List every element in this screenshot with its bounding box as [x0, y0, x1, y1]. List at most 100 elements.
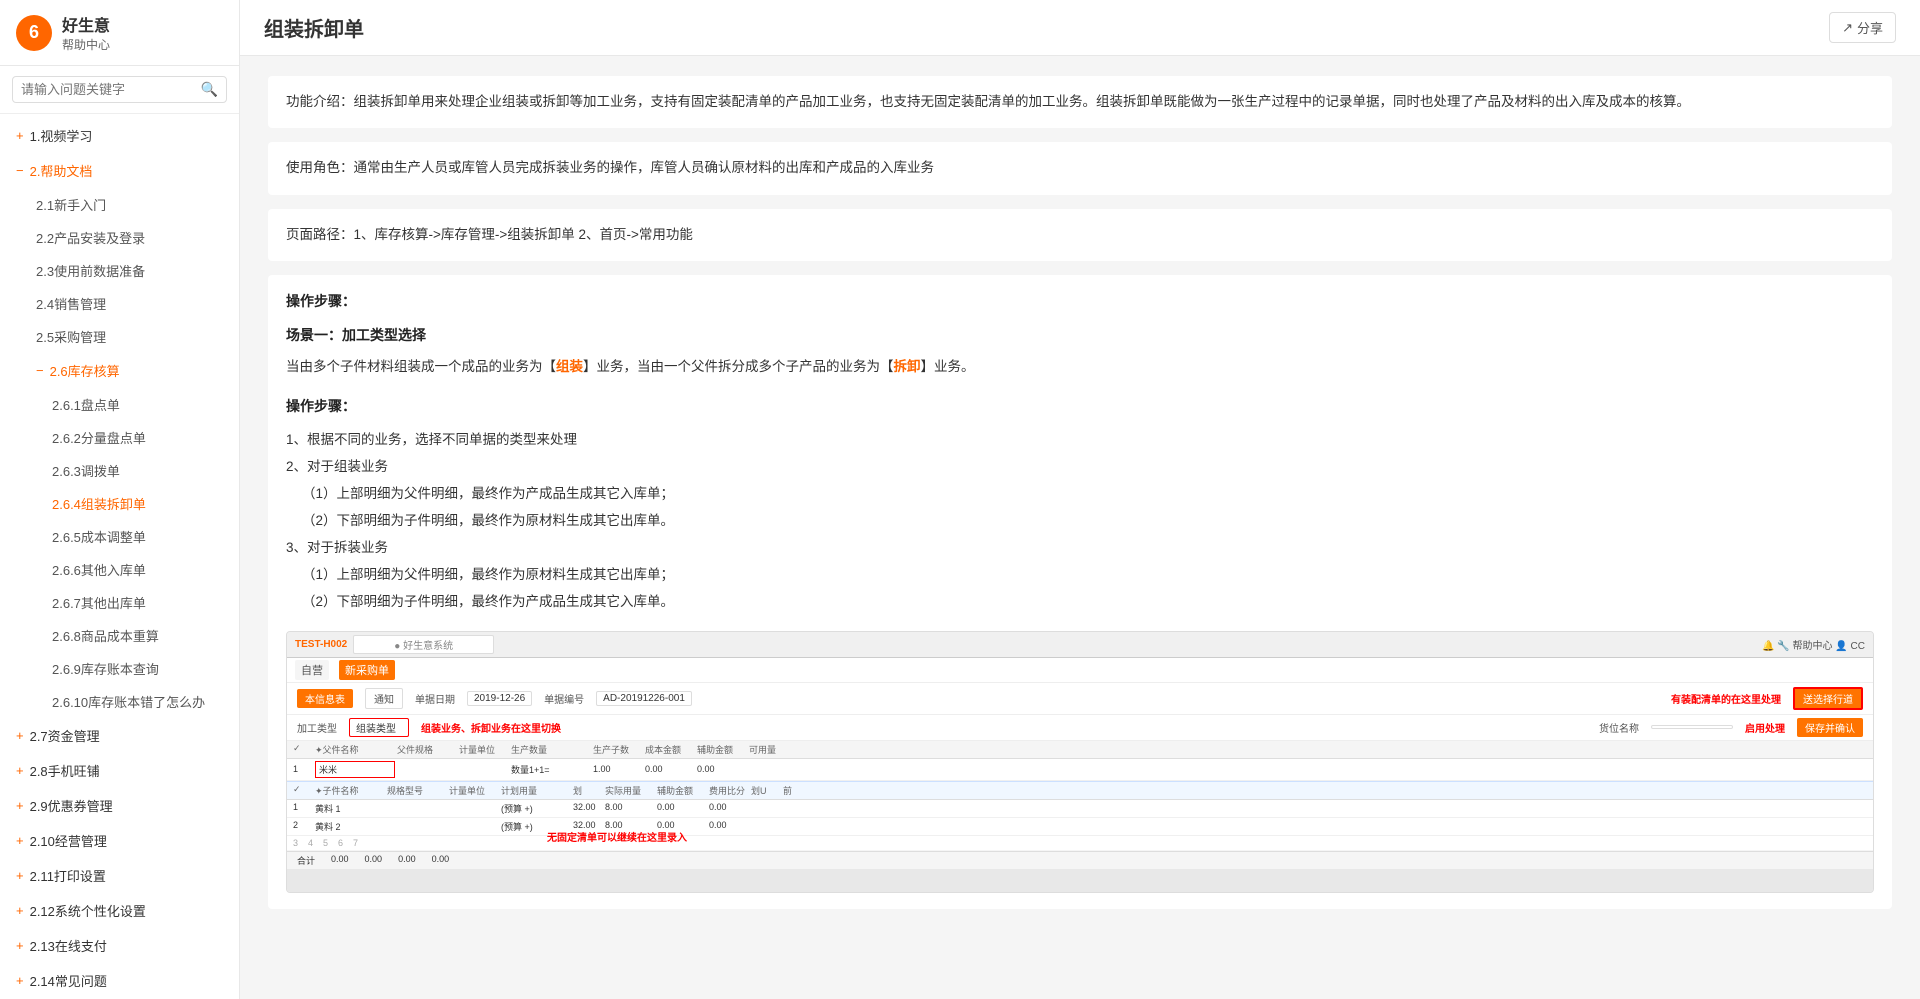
- fake-type-label: 加工类型: [297, 720, 337, 735]
- col-check: ✓: [293, 743, 313, 756]
- share-button[interactable]: ↗ 分享: [1829, 12, 1896, 43]
- fake-browser-id: TEST-H002: [295, 639, 347, 650]
- plus-icon: +: [16, 763, 24, 778]
- sub-col-aux: 辅助金额: [657, 784, 707, 797]
- row1-cost: 0.00: [645, 764, 695, 774]
- help-center-label: 帮助中心: [62, 36, 110, 53]
- sidebar-item-sales[interactable]: 2.4销售管理: [0, 287, 239, 320]
- row1-sub: 1.00: [593, 764, 643, 774]
- sidebar-item-outbound[interactable]: 2.6.7其他出库单: [0, 586, 239, 619]
- annotation-text-4: 无固定清单可以继续在这里录入: [547, 829, 687, 844]
- plus-icon: +: [16, 868, 24, 883]
- sidebar-item-purchase[interactable]: 2.5采购管理: [0, 320, 239, 353]
- plus-icon: +: [16, 798, 24, 813]
- fake-date-value: 2019-12-26: [467, 691, 532, 706]
- sub-col-spec: 规格型号: [387, 784, 447, 797]
- screenshot-container: TEST-H002 ● 好生意系统 🔔 🔧 帮助中心 👤 CC 自营 新采购单 …: [286, 631, 1874, 893]
- col-parent: ✦父件名称: [315, 743, 395, 756]
- intro-block-2: 使用角色：通常由生产人员或库管人员完成拆装业务的操作，库管人员确认原材料的出库和…: [268, 142, 1892, 194]
- fake-date-label: 单据日期: [415, 691, 455, 706]
- fake-type-select: 组装类型: [349, 718, 409, 737]
- ops-block: 操作步骤： 场景一：加工类型选择 当由多个子件材料组装成一个成品的业务为【组装】…: [268, 275, 1892, 909]
- sidebar-item-custom[interactable]: + 2.12系统个性化设置: [0, 893, 239, 928]
- sidebar-item-payment[interactable]: + 2.13在线支付: [0, 928, 239, 963]
- step1: 1、根据不同的业务，选择不同单据的类型来处理: [286, 426, 1874, 453]
- fake-nav-new: 新采购单: [339, 660, 395, 680]
- sub-row1-name: 黄料 1: [315, 802, 385, 815]
- sidebar-item-inbound[interactable]: 2.6.6其他入库单: [0, 553, 239, 586]
- main-content: 组装拆卸单 ↗ 分享 功能介绍：组装拆卸单用来处理企业组装或拆卸等加工业务，支持…: [240, 0, 1920, 999]
- sidebar-item-cost-adjust[interactable]: 2.6.5成本调整单: [0, 520, 239, 553]
- sidebar-item-newcomer[interactable]: 2.1新手入门: [0, 188, 239, 221]
- fake-warehouse-label: 货位名称: [1599, 720, 1639, 735]
- sidebar-item-coupon[interactable]: + 2.9优惠券管理: [0, 788, 239, 823]
- annotation-text-2: 组装业务、拆卸业务在这里切换: [421, 720, 561, 735]
- fake-btn-confirm2: 保存并确认: [1797, 718, 1863, 737]
- sub-col-prev: 前: [783, 784, 803, 797]
- scene1-title: 场景一：加工类型选择: [286, 325, 1874, 345]
- col-spec: 父件规格: [397, 743, 457, 756]
- plus-icon: +: [16, 938, 24, 953]
- sidebar-item-transfer[interactable]: 2.6.3调拨单: [0, 454, 239, 487]
- sidebar-item-print[interactable]: + 2.11打印设置: [0, 858, 239, 893]
- search-bar: 🔍: [0, 66, 239, 114]
- sidebar-item-operations[interactable]: + 2.10经营管理: [0, 823, 239, 858]
- annotation-text-1: 有装配清单的在这里处理: [1671, 691, 1781, 706]
- brand-name: 好生意: [62, 12, 110, 36]
- intro-block-1: 功能介绍：组装拆卸单用来处理企业组装或拆卸等加工业务，支持有固定装配清单的产品加…: [268, 76, 1892, 128]
- sidebar-item-help-docs[interactable]: − 2.帮助文档: [0, 153, 239, 188]
- sub-row2-name: 黄料 2: [315, 820, 385, 833]
- col-prod-qty: 生产数量: [511, 743, 591, 756]
- fake-doc-value: AD-20191226-001: [596, 691, 692, 706]
- sidebar-item-assembly[interactable]: 2.6.4组装拆卸单: [0, 487, 239, 520]
- sidebar-header: 6 好生意 帮助中心: [0, 0, 239, 66]
- sidebar-item-video[interactable]: + 1.视频学习: [0, 118, 239, 153]
- col-ops: [801, 743, 821, 756]
- col-avail: 可用量: [749, 743, 799, 756]
- row1-aux: 0.00: [697, 764, 747, 774]
- sidebar-item-faq[interactable]: + 2.14常见问题: [0, 963, 239, 998]
- collapse-icon: −: [16, 163, 24, 178]
- col-sub-qty: 生产子数: [593, 743, 643, 756]
- sidebar-item-mobile[interactable]: + 2.8手机旺铺: [0, 753, 239, 788]
- sidebar: 6 好生意 帮助中心 🔍 + 1.视频学习 − 2.帮助文档 2.1新手入门 2…: [0, 0, 240, 999]
- fake-browser-url: ● 好生意系统: [353, 635, 494, 654]
- topbar: 组装拆卸单 ↗ 分享: [240, 0, 1920, 56]
- sub-col-child: ✦子件名称: [315, 784, 385, 797]
- collapse-icon-inventory: −: [36, 363, 44, 378]
- sidebar-item-ledger-fix[interactable]: 2.6.10库存账本错了怎么办: [0, 685, 239, 718]
- ops-steps-title: 操作步骤：: [286, 396, 1874, 416]
- sidebar-item-install[interactable]: 2.2产品安装及登录: [0, 221, 239, 254]
- annotation-text-3: 启用处理: [1745, 720, 1785, 735]
- sidebar-item-cost-recalc[interactable]: 2.6.8商品成本重算: [0, 619, 239, 652]
- footer-val3: 0.00: [398, 854, 416, 867]
- footer-val1: 0.00: [331, 854, 349, 867]
- plus-icon: +: [16, 728, 24, 743]
- sub-col-unit: 计量单位: [449, 784, 499, 797]
- sidebar-item-data-prep[interactable]: 2.3使用前数据准备: [0, 254, 239, 287]
- sidebar-item-ledger-query[interactable]: 2.6.9库存账本查询: [0, 652, 239, 685]
- step2-2: （2）下部明细为子件明细，最终作为原材料生成其它出库单。: [302, 507, 1874, 534]
- sub-col-u: 划U: [751, 784, 781, 797]
- table-footer: 合计 0.00 0.00 0.00 0.00: [287, 851, 1873, 869]
- fake-nav-self: 自营: [295, 660, 329, 680]
- sidebar-item-weight-count[interactable]: 2.6.2分量盘点单: [0, 421, 239, 454]
- col-unit: 计量单位: [459, 743, 509, 756]
- footer-val4: 0.00: [432, 854, 450, 867]
- row1-name: 米米: [315, 761, 395, 778]
- fake-tab-info: 本信息表: [297, 689, 353, 708]
- sub-col-actual: 实际用量: [605, 784, 655, 797]
- fake-doc-label: 单据编号: [544, 691, 584, 706]
- row1-prod: 数量1+1=: [511, 763, 591, 776]
- share-icon: ↗: [1842, 20, 1853, 36]
- fake-browser-icons: 🔔 🔧 帮助中心 👤 CC: [1762, 637, 1865, 652]
- sidebar-item-stocktake[interactable]: 2.6.1盘点单: [0, 388, 239, 421]
- empty-rows: 3 4 5 6 7: [287, 836, 1873, 851]
- col-cost: 成本金额: [645, 743, 695, 756]
- content-area: 功能介绍：组装拆卸单用来处理企业组装或拆卸等加工业务，支持有固定装配清单的产品加…: [240, 56, 1920, 999]
- sidebar-item-finance[interactable]: + 2.7资金管理: [0, 718, 239, 753]
- search-input[interactable]: [21, 82, 201, 97]
- step3: 3、对于拆装业务: [286, 534, 1874, 561]
- sidebar-item-inventory[interactable]: − 2.6库存核算: [0, 353, 239, 388]
- step2: 2、对于组装业务: [286, 453, 1874, 480]
